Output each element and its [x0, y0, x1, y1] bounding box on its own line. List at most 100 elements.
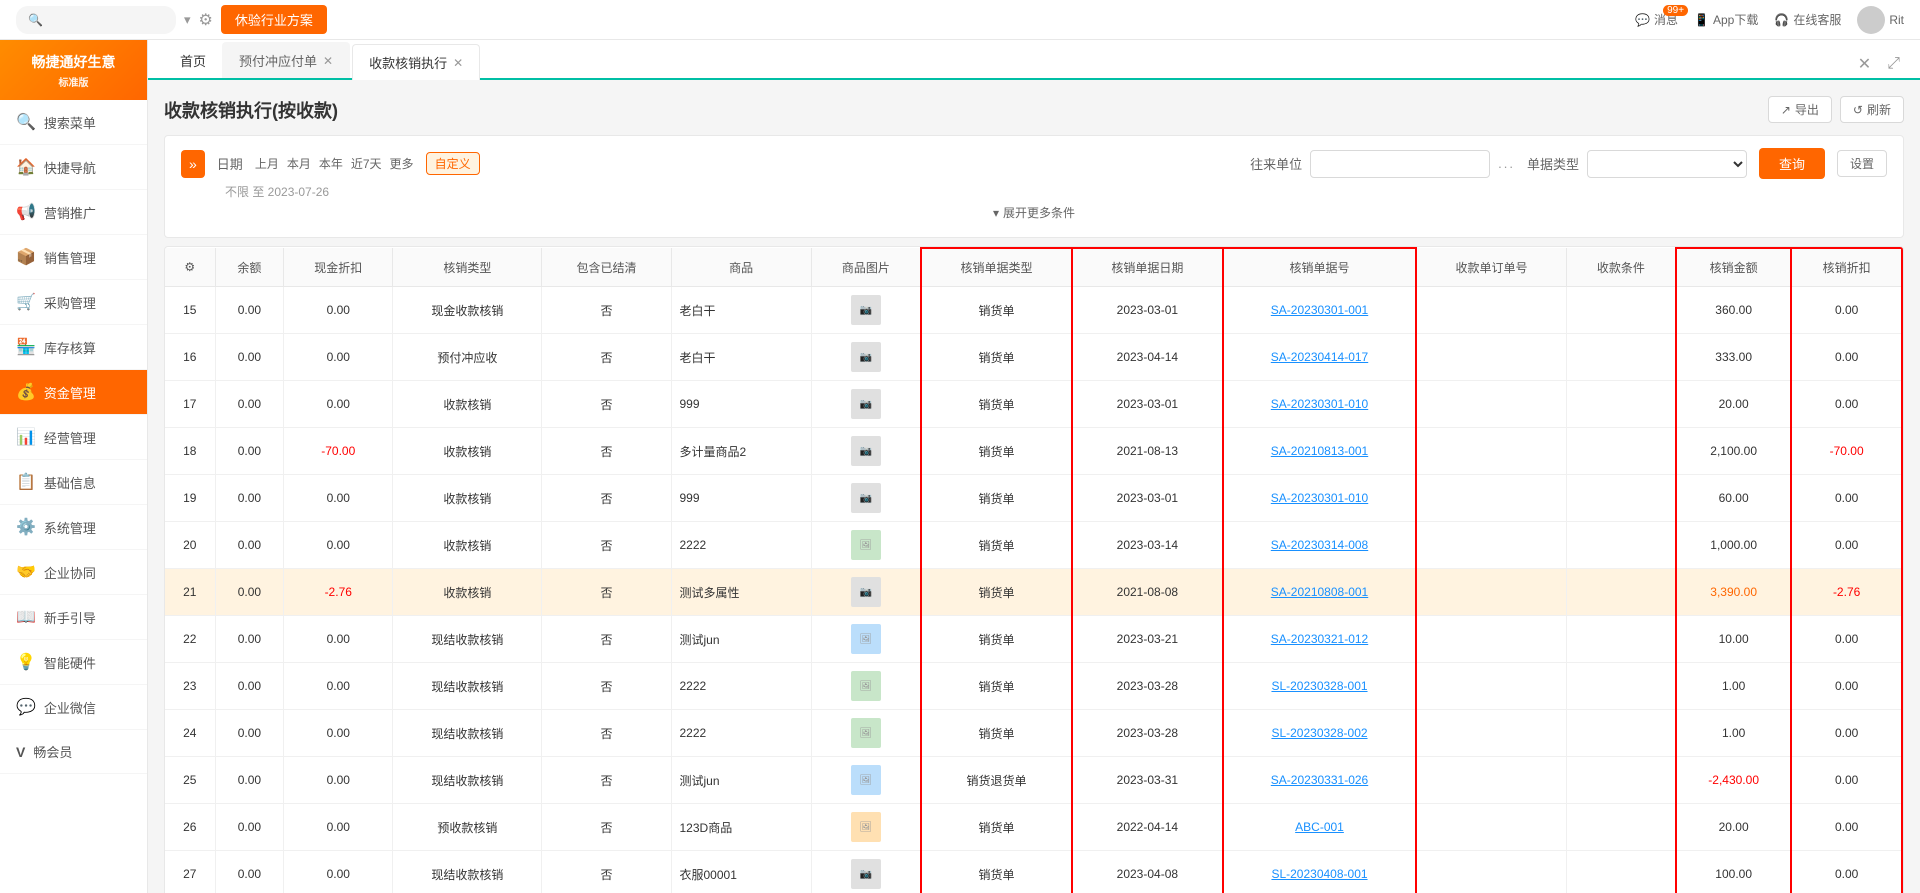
- tab-maximize-btn[interactable]: ⤢: [1883, 53, 1904, 75]
- filter-collapse-btn[interactable]: »: [181, 150, 205, 178]
- expand-more-btn[interactable]: ▾ 展开更多条件: [181, 204, 1887, 221]
- tab-home[interactable]: 首页: [164, 43, 222, 78]
- sidebar-item-finance[interactable]: 💰 资金管理: [0, 370, 147, 415]
- cancel-no-link[interactable]: SA-20210813-001: [1271, 444, 1368, 458]
- filter-date-more[interactable]: 更多: [390, 155, 414, 172]
- sidebar-item-marketing[interactable]: 📢 营销推广: [0, 190, 147, 235]
- cell-cancel-discount: 0.00: [1791, 710, 1902, 757]
- tab-prepay-close[interactable]: ✕: [323, 54, 333, 68]
- cancel-no-link[interactable]: SA-20230331-026: [1271, 773, 1368, 787]
- cell-no: 18: [165, 428, 215, 475]
- sidebar-item-wechat[interactable]: 💬 企业微信: [0, 685, 147, 730]
- table-row: 21 0.00 -2.76 收款核销 否 测试多属性 📷 销货单 2021-08…: [165, 569, 1902, 616]
- cell-receipt-condition: [1566, 569, 1676, 616]
- export-button[interactable]: ↗ 导出: [1768, 96, 1832, 123]
- logo: 畅捷通好生意 标准版: [0, 40, 147, 100]
- settings-icon[interactable]: ⚙: [199, 10, 213, 30]
- sidebar-item-basic-info[interactable]: 📋 基础信息: [0, 460, 147, 505]
- cell-receipt-condition: [1566, 710, 1676, 757]
- col-balance: 余额: [215, 248, 284, 287]
- user-item[interactable]: Rit: [1857, 6, 1904, 34]
- cancel-no-link[interactable]: SA-20230301-010: [1271, 491, 1368, 505]
- tab-close-window-btn[interactable]: ✕: [1854, 52, 1875, 76]
- cell-cancel-no: SA-20230321-012: [1223, 616, 1416, 663]
- cancel-no-link[interactable]: SA-20230301-001: [1271, 303, 1368, 317]
- online-service-item[interactable]: 🎧 在线客服: [1774, 11, 1841, 28]
- sidebar-item-guide[interactable]: 📖 新手引导: [0, 595, 147, 640]
- cancel-no-link[interactable]: SA-20210808-001: [1271, 585, 1368, 599]
- page-title-bar: 收款核销执行(按收款) ↗ 导出 ↺ 刷新: [164, 96, 1904, 123]
- filter-date-custom-btn[interactable]: 自定义: [426, 152, 480, 175]
- cancel-no-link[interactable]: SL-20230328-001: [1271, 679, 1367, 693]
- sidebar-item-smart-hw[interactable]: 💡 智能硬件: [0, 640, 147, 685]
- cell-cancel-date: 2023-03-01: [1072, 381, 1223, 428]
- cell-cancel-voucher-type: 销货单: [921, 334, 1072, 381]
- cell-cancel-discount: 0.00: [1791, 475, 1902, 522]
- cell-product-img: 📷: [811, 334, 921, 381]
- sidebar-item-search-menu[interactable]: 🔍 搜索菜单: [0, 100, 147, 145]
- col-gear[interactable]: ⚙: [165, 248, 215, 287]
- cell-cancel-amount: 360.00: [1676, 287, 1791, 334]
- sidebar-label-business: 经营管理: [44, 428, 96, 447]
- query-button[interactable]: 查询: [1759, 148, 1825, 179]
- filter-date-last-month[interactable]: 上月: [255, 155, 279, 172]
- cancel-no-link[interactable]: SA-20230414-017: [1271, 350, 1368, 364]
- cell-receipt-condition: [1566, 475, 1676, 522]
- sidebar-item-sales[interactable]: 📦 销售管理: [0, 235, 147, 280]
- product-thumbnail: 📷: [851, 389, 881, 419]
- sidebar-item-business[interactable]: 📊 经营管理: [0, 415, 147, 460]
- filter-date-this-year[interactable]: 本年: [319, 155, 343, 172]
- tab-prepay[interactable]: 预付冲应付单 ✕: [222, 42, 350, 78]
- cell-receipt-condition: [1566, 381, 1676, 428]
- refresh-button[interactable]: ↺ 刷新: [1840, 96, 1904, 123]
- app-download-label: App下载: [1713, 11, 1758, 28]
- col-cancel-date: 核销单据日期: [1072, 248, 1223, 287]
- chevron-down-icon: ▾: [993, 206, 999, 220]
- filter-date-7days[interactable]: 近7天: [351, 155, 382, 172]
- cell-balance: 0.00: [215, 334, 284, 381]
- app-download-item[interactable]: 📱 App下载: [1694, 11, 1758, 28]
- sidebar-item-member[interactable]: V 畅会员: [0, 730, 147, 774]
- sidebar-item-system[interactable]: ⚙️ 系统管理: [0, 505, 147, 550]
- cancel-no-link[interactable]: SA-20230301-010: [1271, 397, 1368, 411]
- industry-solution-button[interactable]: 休验行业方案: [221, 5, 327, 34]
- filter-date-this-month[interactable]: 本月: [287, 155, 311, 172]
- sidebar-item-quick-nav[interactable]: 🏠 快捷导航: [0, 145, 147, 190]
- collab-icon: 🤝: [16, 562, 36, 582]
- cell-cancel-discount: 0.00: [1791, 757, 1902, 804]
- cancel-no-link[interactable]: SL-20230328-002: [1271, 726, 1367, 740]
- sidebar-item-inventory[interactable]: 🏪 库存核算: [0, 325, 147, 370]
- search-box[interactable]: 🔍: [16, 6, 176, 34]
- cell-cancel-type: 预收款核销: [393, 804, 542, 851]
- tab-collection-close[interactable]: ✕: [453, 56, 463, 70]
- cell-product: 999: [671, 381, 811, 428]
- cell-cancel-voucher-type: 销货单: [921, 522, 1072, 569]
- cell-product: 多计量商品2: [671, 428, 811, 475]
- cell-cancel-amount: 10.00: [1676, 616, 1791, 663]
- cancel-no-link[interactable]: SA-20230321-012: [1271, 632, 1368, 646]
- cell-balance: 0.00: [215, 757, 284, 804]
- filter-counterpart-input[interactable]: [1310, 150, 1490, 178]
- cancel-no-link[interactable]: SA-20230314-008: [1271, 538, 1368, 552]
- cancel-no-link[interactable]: ABC-001: [1295, 820, 1344, 834]
- cell-cancel-no: SL-20230328-002: [1223, 710, 1416, 757]
- cell-include-settled: 否: [542, 381, 671, 428]
- sidebar-item-purchase[interactable]: 🛒 采购管理: [0, 280, 147, 325]
- tab-collection[interactable]: 收款核销执行 ✕: [352, 44, 480, 80]
- cancel-no-link[interactable]: SL-20230408-001: [1271, 867, 1367, 881]
- cell-cancel-amount: 1,000.00: [1676, 522, 1791, 569]
- cell-cancel-no: SA-20230301-001: [1223, 287, 1416, 334]
- cell-cancel-discount: 0.00: [1791, 663, 1902, 710]
- sidebar-label-collab: 企业协同: [44, 563, 96, 582]
- cell-product: 衣服00001: [671, 851, 811, 893]
- col-cancel-voucher-type: 核销单据类型: [921, 248, 1072, 287]
- table-row: 15 0.00 0.00 现金收款核销 否 老白干 📷 销货单 2023-03-…: [165, 287, 1902, 334]
- sidebar-item-collab[interactable]: 🤝 企业协同: [0, 550, 147, 595]
- sidebar-label-sales: 销售管理: [44, 248, 96, 267]
- message-icon-wrapper[interactable]: 💬 消息 99+: [1635, 11, 1678, 28]
- col-include-settled: 包含已结清: [542, 248, 671, 287]
- cell-product: 测试多属性: [671, 569, 811, 616]
- settings-button[interactable]: 设置: [1837, 150, 1887, 177]
- dropdown-arrow[interactable]: ▾: [184, 12, 191, 28]
- filter-voucher-type-select[interactable]: [1587, 150, 1747, 178]
